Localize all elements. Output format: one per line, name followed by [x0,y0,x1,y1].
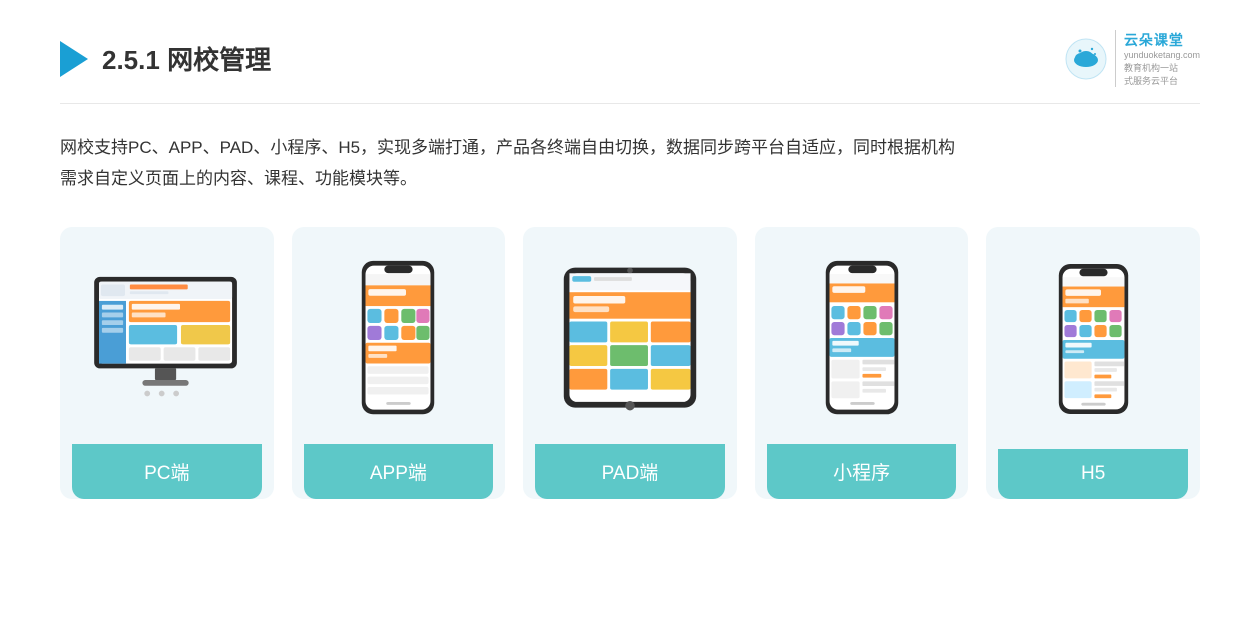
card-pc: PC端 [60,227,274,499]
card-pad-label: PAD端 [535,444,725,499]
pad-tablet-icon [560,262,700,417]
brand-text: 云朵课堂 yunduoketang.com 教育机构一站式服务云平台 [1115,30,1200,87]
mini-image-area [767,247,957,432]
pc-monitor-icon [89,272,244,407]
card-pc-label: PC端 [72,444,262,499]
logo-triangle-icon [60,41,88,77]
brand-slogan: 教育机构一站式服务云平台 [1124,61,1178,87]
card-h5: H5 [986,227,1200,499]
header-left: 2.5.1 网校管理 [60,40,271,77]
pad-image-area [535,247,725,432]
h5-image-area [998,247,1188,432]
app-phone-icon [358,259,438,419]
page-title: 2.5.1 网校管理 [102,40,271,77]
brand-url: yunduoketang.com [1124,50,1200,60]
h5-phone-icon [1056,262,1131,417]
brand-name: 云朵课堂 [1124,30,1184,50]
app-image-area [304,247,494,432]
page-wrapper: 2.5.1 网校管理 云朵课堂 yunduoketang.com [0,0,1260,630]
brand-logo: 云朵课堂 yunduoketang.com 教育机构一站式服务云平台 [1065,30,1200,87]
card-pad: PAD端 [523,227,737,499]
description: 网校支持PC、APP、PAD、小程序、H5，实现多端打通，产品各终端自由切换，数… [60,132,1200,195]
pc-image-area [72,247,262,432]
card-app-label: APP端 [304,444,494,499]
card-mini-label: 小程序 [767,444,957,499]
mini-phone-icon [822,259,902,419]
card-h5-label: H5 [998,449,1188,499]
cards-container: PC端 [60,227,1200,499]
card-app: APP端 [292,227,506,499]
header: 2.5.1 网校管理 云朵课堂 yunduoketang.com [60,30,1200,104]
card-miniprogram: 小程序 [755,227,969,499]
brand-icon [1065,38,1107,80]
